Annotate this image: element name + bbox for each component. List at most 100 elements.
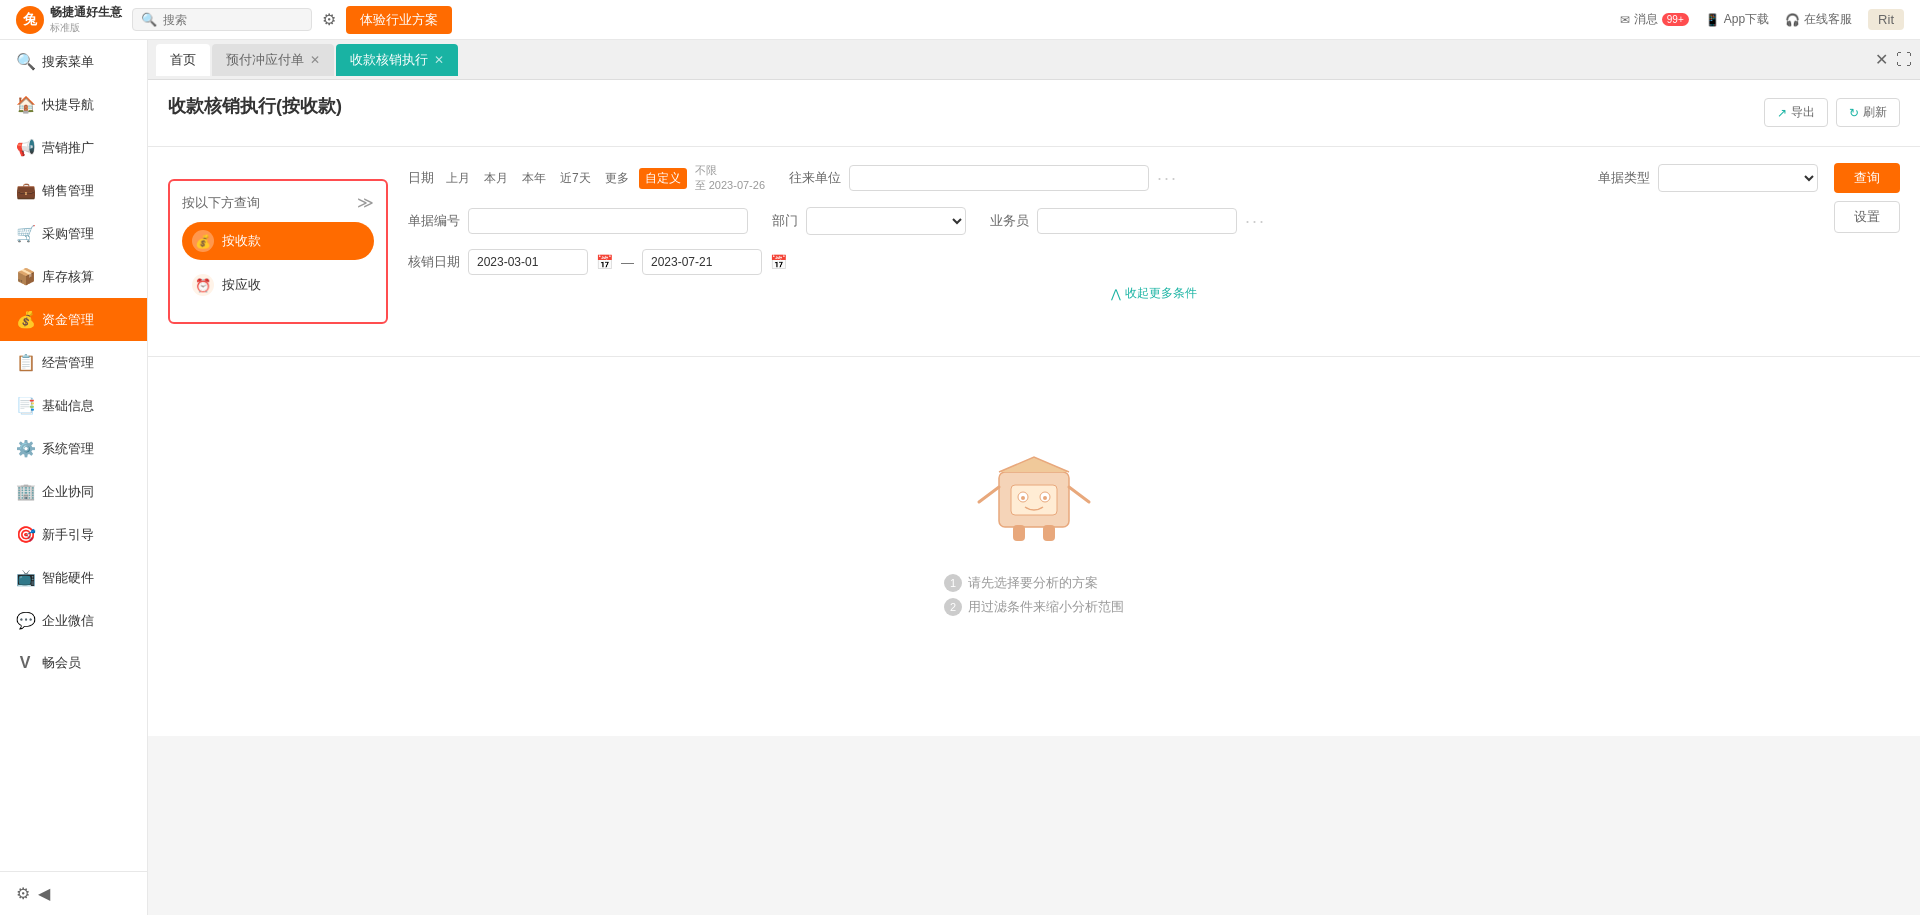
page-inner: 收款核销执行(按收款) ↗ 导出 ↻ 刷新 — [148, 80, 1920, 736]
search-input[interactable] — [163, 13, 303, 27]
sidebar-bottom: ⚙ ◀ — [0, 871, 147, 915]
member-icon: V — [16, 654, 34, 672]
export-button[interactable]: ↗ 导出 — [1764, 98, 1828, 127]
industry-button[interactable]: 体验行业方案 — [346, 6, 452, 34]
counterparty-dots-btn[interactable]: ··· — [1157, 168, 1178, 189]
service-icon: 🎧 — [1785, 13, 1800, 27]
sidebar-item-inventory[interactable]: 📦 库存核算 — [0, 255, 147, 298]
bill-type-select[interactable] — [1658, 164, 1818, 192]
sidebar-item-purchase[interactable]: 🛒 采购管理 — [0, 212, 147, 255]
date-field: 日期 上月 本月 本年 近7天 更多 自定义 — [408, 163, 765, 193]
date-more-btn[interactable]: 更多 — [601, 168, 633, 189]
sidebar-item-enterprise[interactable]: 🏢 企业协同 — [0, 470, 147, 513]
settings-filter-button[interactable]: 设置 — [1834, 201, 1900, 233]
salesperson-label: 业务员 — [990, 212, 1029, 230]
tab-prepay-close[interactable]: ✕ — [310, 53, 320, 67]
sidebar-label-hardware: 智能硬件 — [42, 569, 94, 587]
sidebar-settings-btn[interactable]: ⚙ — [16, 884, 30, 903]
app-download-action[interactable]: 📱 App下载 — [1705, 11, 1769, 28]
filter-option-by-receipt[interactable]: 💰 按收款 — [182, 222, 374, 260]
sidebar-label-purchase: 采购管理 — [42, 225, 94, 243]
verify-date-start-input[interactable] — [468, 249, 588, 275]
sidebar-item-system[interactable]: ⚙️ 系统管理 — [0, 427, 147, 470]
verify-date-end-input[interactable] — [642, 249, 762, 275]
sidebar-item-search-menu[interactable]: 🔍 搜索菜单 — [0, 40, 147, 83]
filter-option-by-receivable[interactable]: ⏰ 按应收 — [182, 266, 374, 304]
filter-form-grid: 日期 上月 本月 本年 近7天 更多 自定义 — [408, 163, 1818, 281]
sidebar-label-search-menu: 搜索菜单 — [42, 53, 94, 71]
date-this-year-btn[interactable]: 本年 — [518, 168, 550, 189]
marketing-icon: 📢 — [16, 138, 34, 157]
operations-icon: 📋 — [16, 353, 34, 372]
user-name: Rit — [1868, 9, 1904, 30]
verify-date-separator: — — [621, 255, 634, 270]
tab-close-all-btn[interactable]: ✕ — [1875, 50, 1888, 69]
dept-select[interactable] — [806, 207, 966, 235]
query-button[interactable]: 查询 — [1834, 163, 1900, 193]
date-7days-btn[interactable]: 近7天 — [556, 168, 595, 189]
refresh-button[interactable]: ↻ 刷新 — [1836, 98, 1900, 127]
bill-type-label: 单据类型 — [1598, 169, 1650, 187]
sidebar-item-operations[interactable]: 📋 经营管理 — [0, 341, 147, 384]
verify-date-label: 核销日期 — [408, 253, 460, 271]
sidebar-item-sales[interactable]: 💼 销售管理 — [0, 169, 147, 212]
by-receivable-label: 按应收 — [222, 276, 261, 294]
message-action[interactable]: ✉ 消息 99+ — [1620, 11, 1689, 28]
filter-row-1: 日期 上月 本月 本年 近7天 更多 自定义 — [408, 163, 1818, 193]
empty-illustration — [969, 437, 1099, 550]
online-service-label: 在线客服 — [1804, 11, 1852, 28]
guide-icon: 🎯 — [16, 525, 34, 544]
empty-hint: 1 请先选择要分析的方案 2 用过滤条件来缩小分析范围 — [944, 574, 1124, 616]
filter-panel-header: 按以下方查询 ≫ — [182, 193, 374, 212]
date-label: 日期 — [408, 169, 434, 187]
sidebar-collapse-btn[interactable]: ◀ — [38, 884, 50, 903]
tab-receipt-close[interactable]: ✕ — [434, 53, 444, 67]
sidebar-item-wechat[interactable]: 💬 企业微信 — [0, 599, 147, 642]
sidebar-item-quick-nav[interactable]: 🏠 快捷导航 — [0, 83, 147, 126]
page-toolbar: ↗ 导出 ↻ 刷新 — [1764, 94, 1900, 127]
date-this-month-btn[interactable]: 本月 — [480, 168, 512, 189]
hint-text-2: 用过滤条件来缩小分析范围 — [968, 598, 1124, 616]
tab-home[interactable]: 首页 — [156, 44, 210, 76]
settings-icon[interactable]: ⚙ — [322, 10, 336, 29]
date-last-month-btn[interactable]: 上月 — [442, 168, 474, 189]
inventory-icon: 📦 — [16, 267, 34, 286]
sidebar-item-finance[interactable]: 💰 资金管理 — [0, 298, 147, 341]
svg-point-5 — [1043, 496, 1047, 500]
filter-section: 按以下方查询 ≫ 💰 按收款 ⏰ 按应收 — [148, 147, 1920, 356]
hardware-icon: 📺 — [16, 568, 34, 587]
wechat-icon: 💬 — [16, 611, 34, 630]
export-icon: ↗ — [1777, 106, 1787, 120]
verify-date-start-cal[interactable]: 📅 — [596, 254, 613, 270]
sidebar-item-hardware[interactable]: 📺 智能硬件 — [0, 556, 147, 599]
sidebar: 🔍 搜索菜单 🏠 快捷导航 📢 营销推广 💼 销售管理 🛒 采购管理 📦 库存核… — [0, 40, 148, 915]
counterparty-input[interactable] — [849, 165, 1149, 191]
sidebar-item-marketing[interactable]: 📢 营销推广 — [0, 126, 147, 169]
tab-prepay-offset[interactable]: 预付冲应付单 ✕ — [212, 44, 334, 76]
bill-no-field: 单据编号 — [408, 208, 748, 234]
sidebar-item-guide[interactable]: 🎯 新手引导 — [0, 513, 147, 556]
enterprise-icon: 🏢 — [16, 482, 34, 501]
tab-receipt-offset[interactable]: 收款核销执行 ✕ — [336, 44, 458, 76]
salesperson-input[interactable] — [1037, 208, 1237, 234]
verify-date-end-cal[interactable]: 📅 — [770, 254, 787, 270]
filter-toggle-btn[interactable]: ≫ — [357, 193, 374, 212]
salesperson-dots-btn[interactable]: ··· — [1245, 211, 1266, 232]
online-service-action[interactable]: 🎧 在线客服 — [1785, 11, 1852, 28]
bill-no-input[interactable] — [468, 208, 748, 234]
filter-panel-title: 按以下方查询 — [182, 194, 260, 212]
dept-field: 部门 — [772, 207, 966, 235]
date-custom-btn[interactable]: 自定义 — [639, 168, 687, 189]
logo-area: 兔 畅捷通好生意 标准版 — [16, 4, 122, 35]
tab-expand-btn[interactable]: ⛶ — [1896, 51, 1912, 69]
bill-no-label: 单据编号 — [408, 212, 460, 230]
right-action-buttons: 查询 设置 — [1818, 163, 1900, 233]
sidebar-item-member[interactable]: V 畅会员 — [0, 642, 147, 684]
by-receipt-label: 按收款 — [222, 232, 261, 250]
refresh-label: 刷新 — [1863, 104, 1887, 121]
sidebar-item-basic-info[interactable]: 📑 基础信息 — [0, 384, 147, 427]
search-bar[interactable]: 🔍 — [132, 8, 312, 31]
sidebar-label-sales: 销售管理 — [42, 182, 94, 200]
message-label: 消息 — [1634, 11, 1658, 28]
collapse-more-btn[interactable]: ⋀ 收起更多条件 — [408, 285, 1900, 302]
